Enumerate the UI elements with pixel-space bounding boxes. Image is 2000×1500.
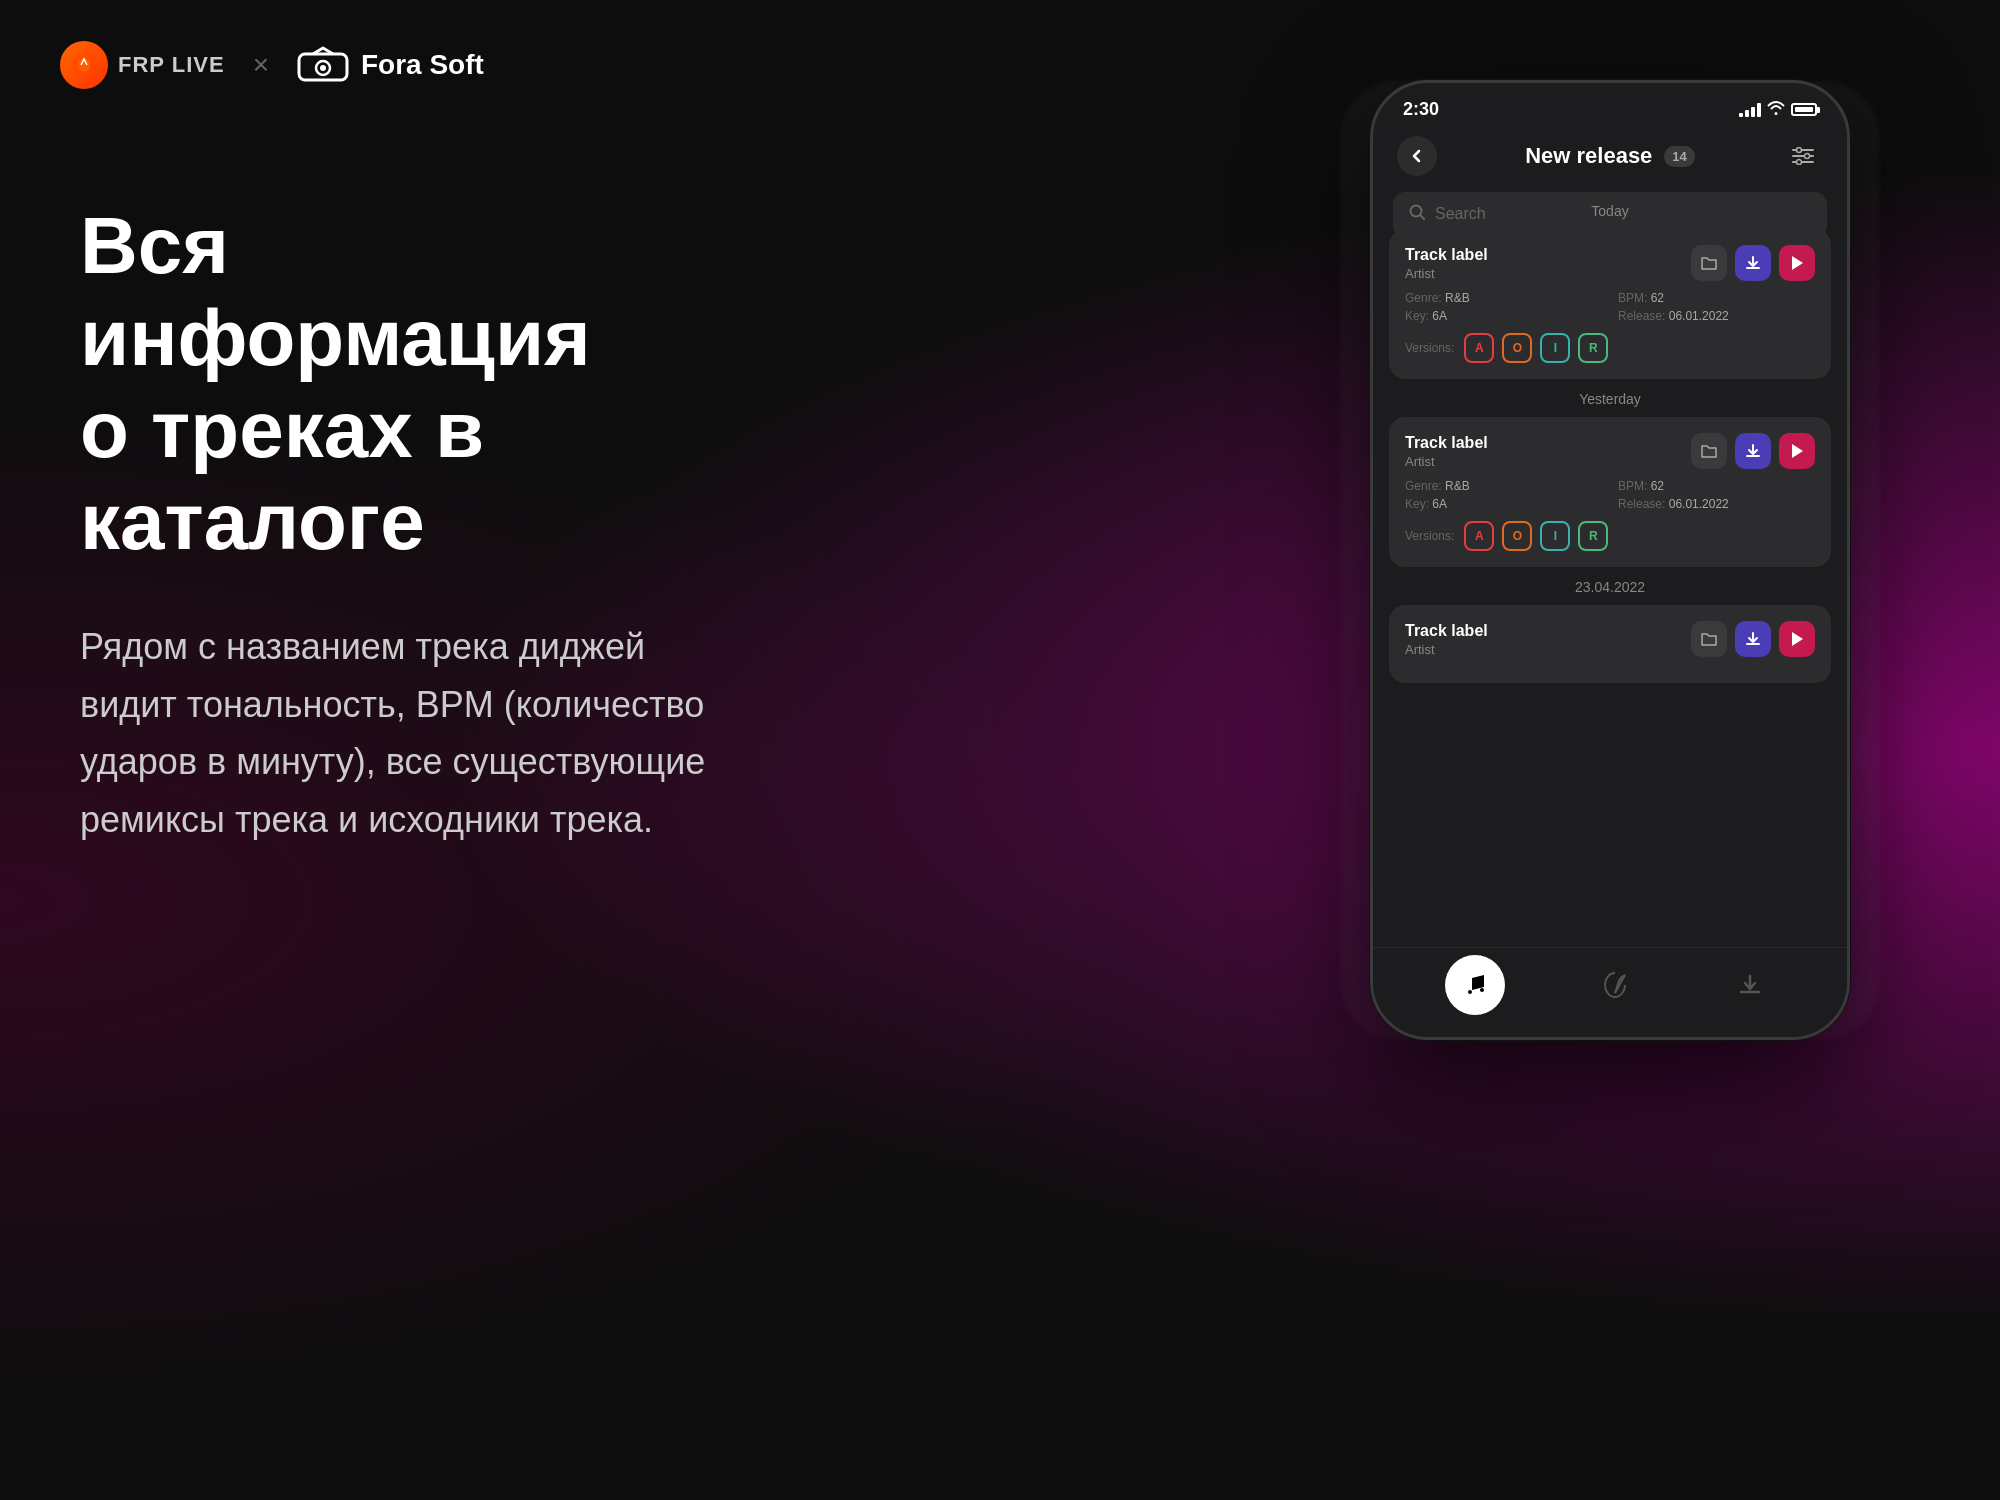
key-2: Key: 6A bbox=[1405, 497, 1602, 511]
track-top-3: Track label Artist bbox=[1405, 621, 1815, 657]
track-top-1: Track label Artist bbox=[1405, 245, 1815, 281]
section-date: 23.04.2022 bbox=[1373, 579, 1847, 595]
track-name-1: Track label bbox=[1405, 246, 1691, 264]
release-2: Release: 06.01.2022 bbox=[1618, 497, 1815, 511]
version-badges-1: A O I R bbox=[1464, 333, 1608, 363]
download-button-1[interactable] bbox=[1735, 245, 1771, 281]
back-button[interactable] bbox=[1397, 136, 1437, 176]
app-title: New release bbox=[1525, 143, 1652, 169]
svg-point-9 bbox=[1796, 160, 1801, 165]
status-time: 2:30 bbox=[1403, 99, 1439, 120]
play-button-1[interactable] bbox=[1779, 245, 1815, 281]
svg-marker-13 bbox=[1792, 444, 1803, 458]
version-o-1[interactable]: O bbox=[1502, 333, 1532, 363]
key-1: Key: 6A bbox=[1405, 309, 1602, 323]
versions-label-1: Versions: bbox=[1405, 341, 1454, 355]
version-o-2[interactable]: O bbox=[1502, 521, 1532, 551]
release-badge: 14 bbox=[1664, 146, 1694, 167]
track-actions-2 bbox=[1691, 433, 1815, 469]
play-button-2[interactable] bbox=[1779, 433, 1815, 469]
version-r-1[interactable]: R bbox=[1578, 333, 1608, 363]
fora-logo: Fora Soft bbox=[297, 46, 484, 84]
svg-point-3 bbox=[320, 65, 326, 71]
sub-text: Рядом с названием трека диджей видит тон… bbox=[80, 618, 730, 848]
left-content: Вся информация о треках в каталоге Рядом… bbox=[80, 200, 730, 848]
version-badges-2: A O I R bbox=[1464, 521, 1608, 551]
svg-point-7 bbox=[1796, 148, 1801, 153]
fora-icon bbox=[297, 46, 349, 84]
track-name-3: Track label bbox=[1405, 622, 1691, 640]
header-separator: × bbox=[253, 49, 269, 81]
nav-download-button[interactable] bbox=[1725, 960, 1775, 1010]
app-header: New release 14 bbox=[1373, 128, 1847, 192]
release-1: Release: 06.01.2022 bbox=[1618, 309, 1815, 323]
track-top-2: Track label Artist bbox=[1405, 433, 1815, 469]
signal-bars-icon bbox=[1739, 103, 1761, 117]
bpm-1: BPM: 62 bbox=[1618, 291, 1815, 305]
folder-button-1[interactable] bbox=[1691, 245, 1727, 281]
filter-button[interactable] bbox=[1783, 136, 1823, 176]
version-a-1[interactable]: A bbox=[1464, 333, 1494, 363]
versions-label-2: Versions: bbox=[1405, 529, 1454, 543]
nav-leaf-button[interactable] bbox=[1590, 960, 1640, 1010]
version-i-2[interactable]: I bbox=[1540, 521, 1570, 551]
genre-1: Genre: R&B bbox=[1405, 291, 1602, 305]
track-actions-3 bbox=[1691, 621, 1815, 657]
track-meta-1: Genre: R&B BPM: 62 Key: 6A Release: 06.0… bbox=[1405, 291, 1815, 323]
phone-outer: 2:30 bbox=[1370, 80, 1850, 1040]
folder-button-2[interactable] bbox=[1691, 433, 1727, 469]
bpm-2: BPM: 62 bbox=[1618, 479, 1815, 493]
frp-icon bbox=[60, 41, 108, 89]
track-card-3[interactable]: Track label Artist bbox=[1389, 605, 1831, 683]
versions-row-1: Versions: A O I R bbox=[1405, 333, 1815, 363]
genre-2: Genre: R&B bbox=[1405, 479, 1602, 493]
download-button-3[interactable] bbox=[1735, 621, 1771, 657]
status-icons bbox=[1739, 101, 1817, 118]
status-bar: 2:30 bbox=[1373, 83, 1847, 128]
track-artist-2: Artist bbox=[1405, 454, 1691, 469]
folder-button-3[interactable] bbox=[1691, 621, 1727, 657]
track-meta-2: Genre: R&B BPM: 62 Key: 6A Release: 06.0… bbox=[1405, 479, 1815, 511]
version-i-1[interactable]: I bbox=[1540, 333, 1570, 363]
track-info-1: Track label Artist bbox=[1405, 246, 1691, 281]
version-a-2[interactable]: A bbox=[1464, 521, 1494, 551]
play-button-3[interactable] bbox=[1779, 621, 1815, 657]
svg-marker-12 bbox=[1792, 256, 1803, 270]
download-button-2[interactable] bbox=[1735, 433, 1771, 469]
version-r-2[interactable]: R bbox=[1578, 521, 1608, 551]
phone-screen: 2:30 bbox=[1373, 83, 1847, 1037]
track-name-2: Track label bbox=[1405, 434, 1691, 452]
fora-label: Fora Soft bbox=[361, 49, 484, 81]
track-card-2[interactable]: Track label Artist bbox=[1389, 417, 1831, 567]
track-artist-1: Artist bbox=[1405, 266, 1691, 281]
frp-logo: FRP LIVE bbox=[60, 41, 225, 89]
track-artist-3: Artist bbox=[1405, 642, 1691, 657]
main-heading: Вся информация о треках в каталоге bbox=[80, 200, 730, 568]
app-title-area: New release 14 bbox=[1525, 143, 1695, 169]
track-card-1[interactable]: Track label Artist bbox=[1389, 229, 1831, 379]
svg-marker-14 bbox=[1792, 632, 1803, 646]
battery-icon bbox=[1791, 103, 1817, 116]
nav-music-button[interactable] bbox=[1445, 955, 1505, 1015]
track-info-3: Track label Artist bbox=[1405, 622, 1691, 657]
track-actions-1 bbox=[1691, 245, 1815, 281]
wifi-icon bbox=[1767, 101, 1785, 118]
track-info-2: Track label Artist bbox=[1405, 434, 1691, 469]
bottom-nav bbox=[1373, 947, 1847, 1037]
svg-point-8 bbox=[1804, 154, 1809, 159]
phone-content: Today Track label Artist bbox=[1373, 195, 1847, 947]
section-today: Today bbox=[1373, 203, 1847, 219]
versions-row-2: Versions: A O I R bbox=[1405, 521, 1815, 551]
frp-label: FRP LIVE bbox=[118, 52, 225, 78]
phone-mockup: 2:30 bbox=[1370, 80, 1850, 1060]
section-yesterday: Yesterday bbox=[1373, 391, 1847, 407]
